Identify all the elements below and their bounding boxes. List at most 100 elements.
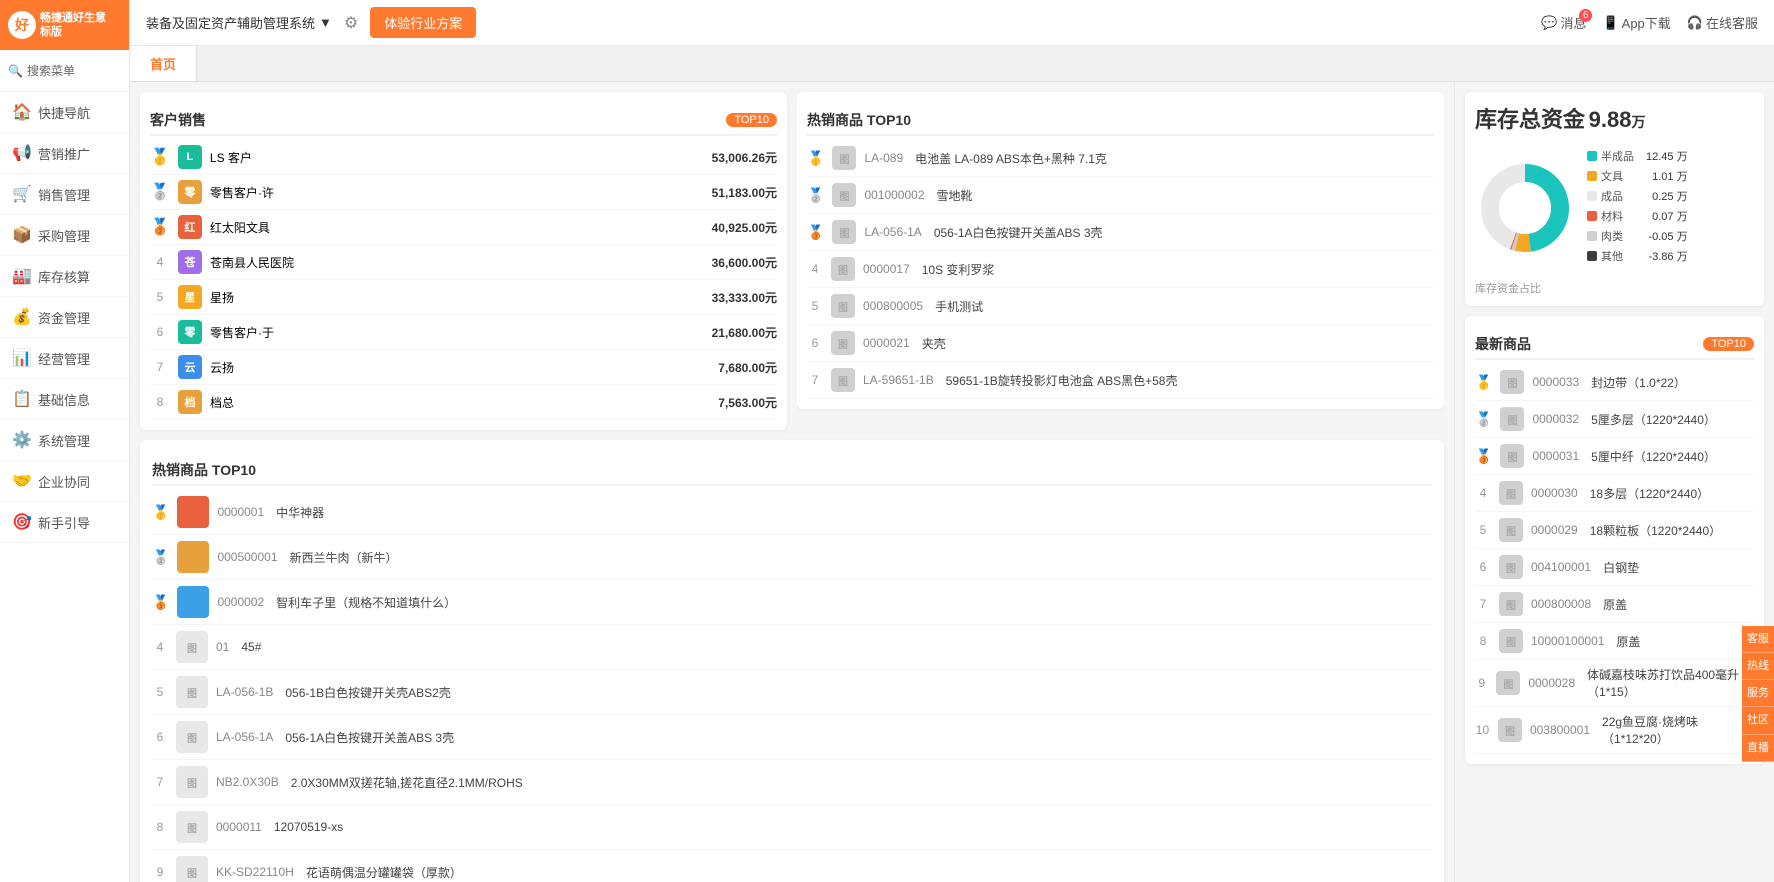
customer-amount: 53,006.26元 xyxy=(712,149,777,166)
product-name: 5厘中纤（1220*2440） xyxy=(1591,448,1716,465)
customer-avatar: 星 xyxy=(178,285,202,309)
settings-button[interactable]: ⚙ xyxy=(344,13,358,33)
product-code: 0000001 xyxy=(217,505,264,519)
product-code: 003800001 xyxy=(1530,723,1590,737)
hot-products-list-card: 热销商品 TOP10 🥇 图 LA-089 电池盖 LA-089 ABS本色+黑… xyxy=(797,92,1444,409)
sidebar-item-系统管理[interactable]: ⚙️系统管理 xyxy=(0,420,129,461)
product-img-placeholder: 图 xyxy=(176,631,208,663)
product-img xyxy=(177,541,209,573)
legend-name: 肉类 xyxy=(1601,228,1636,244)
search-menu-button[interactable]: 🔍 搜索菜单 xyxy=(8,58,121,83)
product-code: 000500001 xyxy=(217,550,277,564)
topbar-right: 💬 消息 6 📱 App下载 🎧 在线客服 xyxy=(1541,13,1758,32)
logo-text: 畅捷通好生意 标版 xyxy=(40,11,106,40)
product-name: 10S 变利罗浆 xyxy=(922,261,1434,278)
system-select[interactable]: 装备及固定资产辅助管理系统 ▼ xyxy=(146,13,332,32)
hot-product-list-row: 🥇 图 LA-089 电池盖 LA-089 ABS本色+黑种 7.1克 xyxy=(807,140,1434,177)
product-img xyxy=(177,496,209,528)
center-panel: 客户销售 TOP10 🥇 L LS 客户 53,006.26元 🥈 零 零售客户… xyxy=(130,82,1454,882)
product-img-placeholder: 图 xyxy=(176,856,208,882)
product-name: 原盖 xyxy=(1603,596,1627,613)
product-code: 0000032 xyxy=(1532,412,1579,426)
sidebar-item-经营管理[interactable]: 📊经营管理 xyxy=(0,338,129,379)
topbar: 装备及固定资产辅助管理系统 ▼ ⚙ 体验行业方案 💬 消息 6 📱 App下载 … xyxy=(130,0,1774,46)
rank-num: 5 xyxy=(150,290,170,304)
new-product-row: 4 图 0000030 18多层（1220*2440） xyxy=(1475,475,1754,512)
nav-label: 基础信息 xyxy=(38,390,90,409)
product-avatar: 图 xyxy=(1500,444,1524,468)
customer-avatar: 档 xyxy=(178,390,202,414)
legend-item: 材料0.07 万 xyxy=(1587,208,1688,224)
app-download-button[interactable]: 📱 App下载 xyxy=(1602,13,1670,32)
product-avatar: 图 xyxy=(831,331,855,355)
inventory-card: 库存总资金 9.88万 xyxy=(1465,92,1764,306)
hot-products-list-title: 热销商品 TOP10 xyxy=(807,110,911,130)
online-service-button[interactable]: 🎧 在线客服 xyxy=(1687,13,1758,32)
rank-num: 7 xyxy=(807,373,823,387)
product-code: 0000033 xyxy=(1532,375,1579,389)
product-name: 白钢垫 xyxy=(1603,559,1639,576)
new-product-row: 6 图 004100001 白钢垫 xyxy=(1475,549,1754,586)
nav-label: 新手引导 xyxy=(38,513,90,532)
customer-avatar: 苍 xyxy=(178,250,202,274)
sidebar-item-采购管理[interactable]: 📦采购管理 xyxy=(0,215,129,256)
sidebar-item-资金管理[interactable]: 💰资金管理 xyxy=(0,297,129,338)
right-panel: 库存总资金 9.88万 xyxy=(1454,82,1774,882)
new-products-badge: TOP10 xyxy=(1703,337,1754,351)
hot-product-list-row: 7 图 LA-59651-1B 59651-1B旋转投影灯电池盒 ABS黑色+5… xyxy=(807,362,1434,399)
sidebar-item-销售管理[interactable]: 🛒销售管理 xyxy=(0,174,129,215)
hot-products-list-header: 热销商品 TOP10 xyxy=(807,102,1434,136)
new-product-row: 9 图 0000028 体碱嘉枝味苏打饮品400毫升（1*15） xyxy=(1475,660,1754,707)
trial-button[interactable]: 体验行业方案 xyxy=(370,7,476,38)
rank-num: 4 xyxy=(807,262,823,276)
float-cs-item[interactable]: 客服 xyxy=(1742,626,1774,653)
sidebar-item-基础信息[interactable]: 📋基础信息 xyxy=(0,379,129,420)
product-avatar: 图 xyxy=(832,183,856,207)
customer-amount: 33,333.00元 xyxy=(712,289,777,306)
right-col: 热销商品 TOP10 🥇 图 LA-089 电池盖 LA-089 ABS本色+黑… xyxy=(797,92,1444,430)
rank-medal: 🥉 xyxy=(807,224,824,241)
product-name: 45# xyxy=(241,640,261,654)
sidebar-item-新手引导[interactable]: 🎯新手引导 xyxy=(0,502,129,543)
nav-label: 采购管理 xyxy=(38,226,90,245)
sidebar-item-营销推广[interactable]: 📢营销推广 xyxy=(0,133,129,174)
legend-item: 其他-3.86 万 xyxy=(1587,248,1688,264)
legend-dot xyxy=(1587,251,1597,261)
product-code: 0000002 xyxy=(217,595,264,609)
customer-name: 零售客户·许 xyxy=(210,184,704,201)
product-avatar: 图 xyxy=(1500,370,1524,394)
new-product-row: 🥈 图 0000032 5厘多层（1220*2440） xyxy=(1475,401,1754,438)
messages-button[interactable]: 💬 消息 6 xyxy=(1541,13,1586,32)
sidebar-item-企业协同[interactable]: 🤝企业协同 xyxy=(0,461,129,502)
product-avatar: 图 xyxy=(1499,629,1523,653)
float-cs-item[interactable]: 直播 xyxy=(1742,735,1774,762)
float-cs-item[interactable]: 服务 xyxy=(1742,680,1774,707)
page-tabs: 首页 xyxy=(130,46,1774,82)
sidebar-nav: 🏠快捷导航📢营销推广🛒销售管理📦采购管理🏭库存核算💰资金管理📊经营管理📋基础信息… xyxy=(0,92,129,543)
product-code: 0000031 xyxy=(1532,449,1579,463)
hot-sales-card: 热销商品 TOP10 🥇 0000001 中华神器 🥈 000500001 新西… xyxy=(140,440,1444,882)
tab-home[interactable]: 首页 xyxy=(130,46,197,81)
sidebar-item-快捷导航[interactable]: 🏠快捷导航 xyxy=(0,92,129,133)
new-product-row: 5 图 0000029 18颗粒板（1220*2440） xyxy=(1475,512,1754,549)
sidebar: 好 畅捷通好生意 标版 🔍 搜索菜单 🏠快捷导航📢营销推广🛒销售管理📦采购管理🏭… xyxy=(0,0,130,882)
customer-amount: 36,600.00元 xyxy=(712,254,777,271)
rank-medal: 🥇 xyxy=(807,150,824,167)
rank-num: 5 xyxy=(807,299,823,313)
customer-sales-header: 客户销售 TOP10 xyxy=(150,102,777,136)
hot-sale-row: 4 图 01 45# xyxy=(152,625,1432,670)
new-product-row: 8 图 10000100001 原盖 xyxy=(1475,623,1754,660)
new-product-row: 10 图 003800001 22g鱼豆腐·烧烤味（1*12*20） xyxy=(1475,707,1754,754)
headset-icon: 🎧 xyxy=(1687,15,1703,31)
legend-item: 半成品12.45 万 xyxy=(1587,148,1688,164)
product-code: 01 xyxy=(216,640,229,654)
product-code: 0000017 xyxy=(863,262,910,276)
customer-row: 6 零 零售客户·于 21,680.00元 xyxy=(150,315,777,350)
hot-product-list-row: 🥈 图 001000002 雪地靴 xyxy=(807,177,1434,214)
float-cs-item[interactable]: 社区 xyxy=(1742,707,1774,734)
legend-name: 其他 xyxy=(1601,248,1636,264)
sidebar-item-库存核算[interactable]: 🏭库存核算 xyxy=(0,256,129,297)
float-cs-item[interactable]: 热线 xyxy=(1742,653,1774,680)
product-code: NB2.0X30B xyxy=(216,775,279,789)
nav-icon: ⚙️ xyxy=(12,430,32,450)
